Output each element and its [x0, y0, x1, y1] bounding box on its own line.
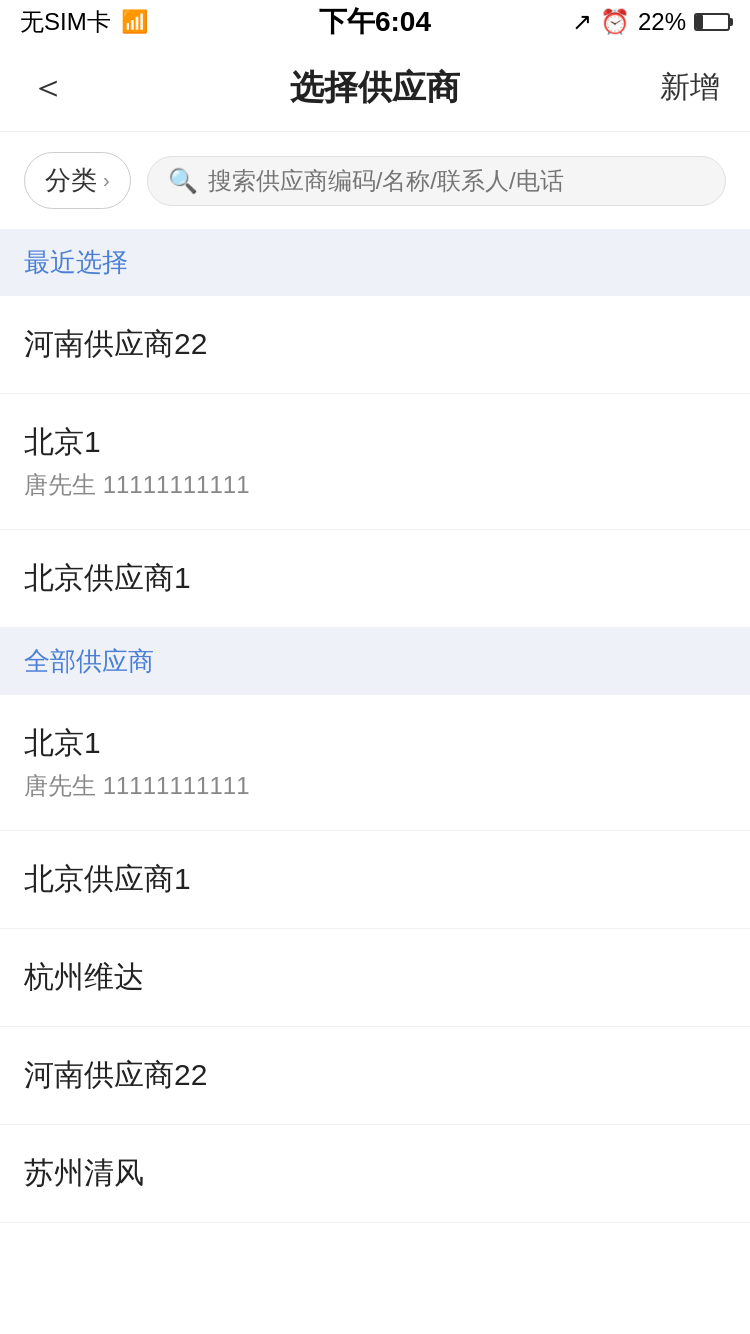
- battery-icon: [694, 13, 730, 31]
- status-right: ↗ ⏰ 22%: [572, 8, 730, 36]
- wifi-icon: 📶: [121, 9, 148, 35]
- category-label: 分类: [45, 163, 97, 198]
- list-item[interactable]: 北京供应商1: [0, 831, 750, 929]
- list-item[interactable]: 河南供应商22: [0, 296, 750, 394]
- status-time: 下午6:04: [319, 3, 431, 41]
- page-title: 选择供应商: [290, 65, 460, 111]
- chevron-right-icon: ›: [103, 169, 110, 192]
- back-button[interactable]: ＜: [30, 63, 90, 112]
- item-sub: 唐先生 11111111111: [24, 469, 726, 501]
- item-name: 苏州清风: [24, 1153, 726, 1194]
- location-icon: ↗: [572, 8, 592, 36]
- item-name: 北京1: [24, 422, 726, 463]
- list-item[interactable]: 河南供应商22: [0, 1027, 750, 1125]
- item-name: 河南供应商22: [24, 324, 726, 365]
- item-name: 杭州维达: [24, 957, 726, 998]
- status-left: 无SIM卡 📶: [20, 6, 148, 38]
- filter-bar: 分类 › 🔍: [0, 132, 750, 229]
- status-bar: 无SIM卡 📶 下午6:04 ↗ ⏰ 22%: [0, 0, 750, 44]
- search-box: 🔍: [147, 156, 726, 206]
- search-icon: 🔍: [168, 167, 198, 195]
- category-button[interactable]: 分类 ›: [24, 152, 131, 209]
- nav-bar: ＜ 选择供应商 新增: [0, 44, 750, 132]
- recent-section-header: 最近选择: [0, 229, 750, 296]
- item-name: 北京供应商1: [24, 859, 726, 900]
- item-name: 北京供应商1: [24, 558, 726, 599]
- alarm-icon: ⏰: [600, 8, 630, 36]
- list-item[interactable]: 北京供应商1: [0, 530, 750, 628]
- all-list: 北京1 唐先生 11111111111 北京供应商1 杭州维达河南供应商22 苏州清风: [0, 695, 750, 1223]
- all-section-header: 全部供应商: [0, 628, 750, 695]
- search-input[interactable]: [208, 167, 705, 195]
- list-item[interactable]: 杭州维达: [0, 929, 750, 1027]
- list-item[interactable]: 北京1 唐先生 11111111111: [0, 695, 750, 831]
- item-name: 河南供应商22: [24, 1055, 726, 1096]
- battery-percent: 22%: [638, 8, 686, 36]
- item-sub: 唐先生 11111111111: [24, 770, 726, 802]
- carrier-text: 无SIM卡: [20, 6, 111, 38]
- list-item[interactable]: 北京1 唐先生 11111111111: [0, 394, 750, 530]
- item-name: 北京1: [24, 723, 726, 764]
- list-item[interactable]: 苏州清风: [0, 1125, 750, 1223]
- add-button[interactable]: 新增: [660, 67, 720, 108]
- recent-list: 河南供应商22 北京1 唐先生 11111111111 北京供应商1: [0, 296, 750, 628]
